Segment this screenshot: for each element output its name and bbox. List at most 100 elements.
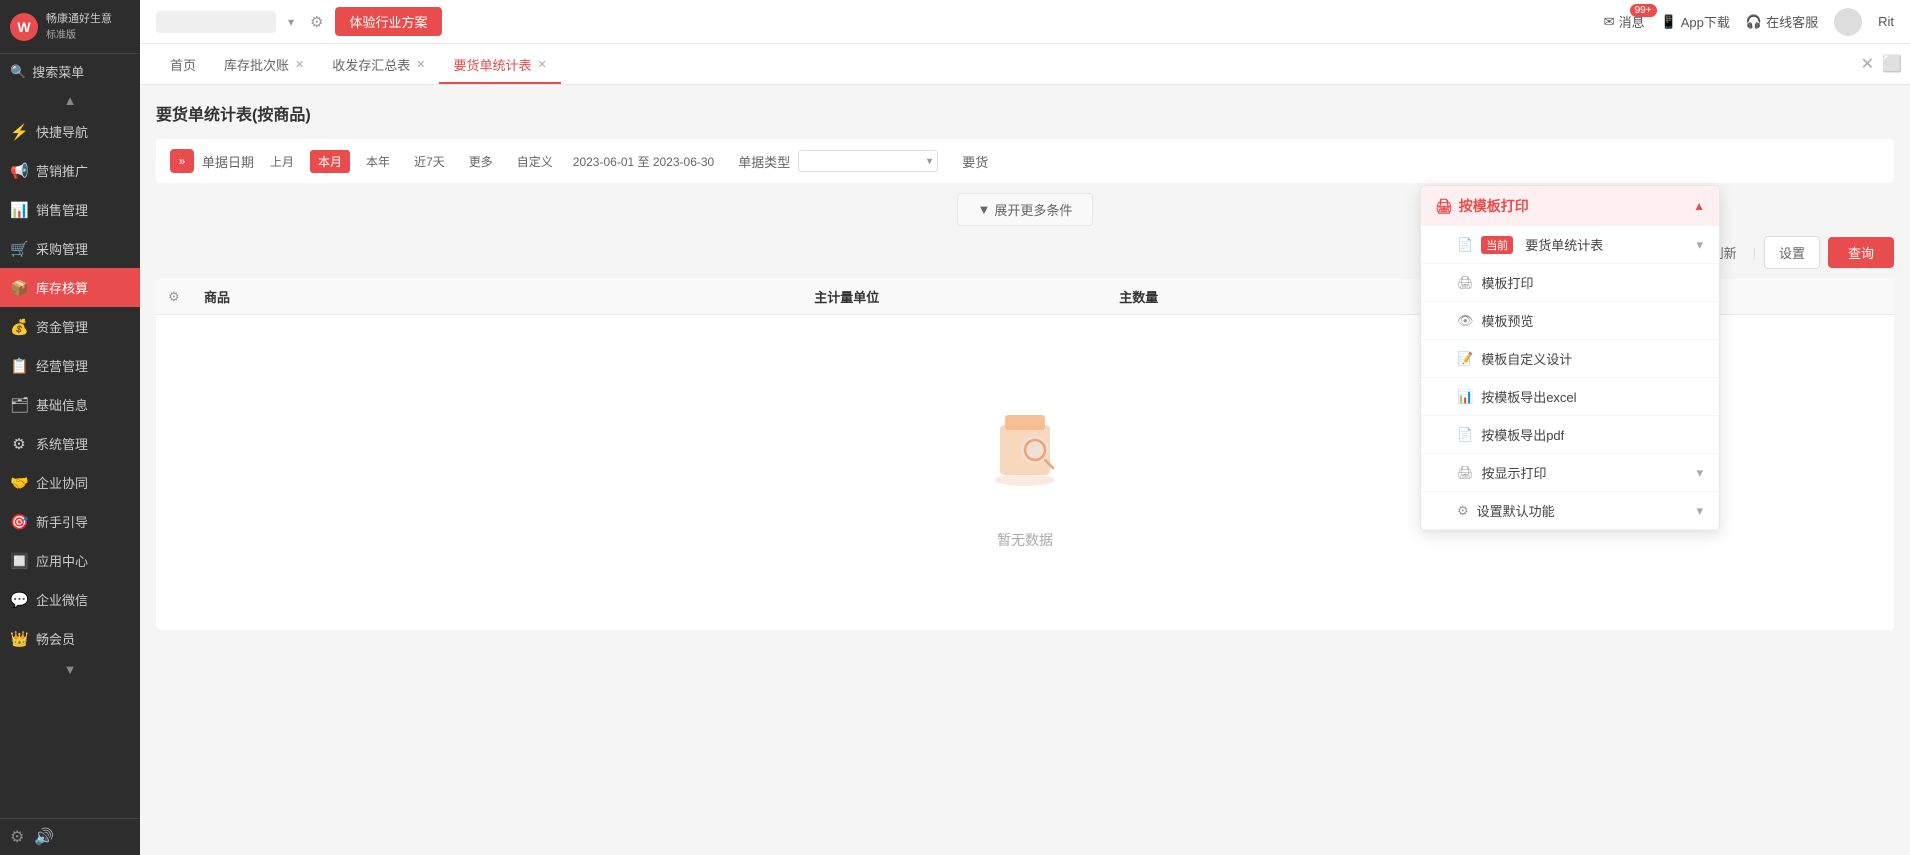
sidebar-item-basic[interactable]: 🗂 基础信息 <box>0 385 140 424</box>
query-btn[interactable]: 查询 <box>1828 237 1894 268</box>
tab-receipt-summary[interactable]: 收发存汇总表 ✕ <box>318 47 439 84</box>
window-maximize-icon[interactable]: ⬜ <box>1882 54 1902 74</box>
sidebar-item-purchase[interactable]: 🛒 采购管理 <box>0 229 140 268</box>
basic-icon: 🗂 <box>10 396 28 414</box>
print-dropdown-title: 🖨 按模板打印 <box>1435 196 1529 216</box>
sidebar-item-member[interactable]: 👑 畅会员 <box>0 619 140 658</box>
sidebar-item-operation[interactable]: 📋 经营管理 <box>0 346 140 385</box>
empty-text: 暂无数据 <box>997 530 1053 550</box>
display-print-icon: 🖨 <box>1457 465 1474 481</box>
content-area: 要货单统计表(按商品) » 单据日期 上月 本月 本年 近7天 更多 自定义 2… <box>140 85 1910 855</box>
topbar-gear-icon[interactable]: ⚙ <box>310 13 323 31</box>
tabs-wrapper: 首页 库存批次账 ✕ 收发存汇总表 ✕ 要货单统计表 ✕ ✕ ⬜ <box>140 44 1910 85</box>
sidebar-item-label: 采购管理 <box>36 239 88 258</box>
topbar-right: ✉ 消息 99+ 📱 App下载 🎧 在线客服 Rit <box>1604 8 1894 36</box>
topbar-messages[interactable]: ✉ 消息 99+ <box>1604 12 1645 31</box>
template-custom-icon: 📝 <box>1457 351 1473 367</box>
dropdown-item-template-custom[interactable]: 📝 模板自定义设计 <box>1421 340 1719 378</box>
topbar-online-service[interactable]: 🎧 在线客服 <box>1746 12 1818 31</box>
date-btn-7days[interactable]: 近7天 <box>406 150 453 173</box>
sales-icon: 📊 <box>10 201 28 219</box>
sidebar-item-label: 企业微信 <box>36 590 88 609</box>
user-avatar[interactable] <box>1834 8 1862 36</box>
dropdown-item-template-print[interactable]: 🖨 模板打印 <box>1421 264 1719 302</box>
dropdown-item-template-pdf[interactable]: 📄 按模板导出pdf <box>1421 416 1719 454</box>
tab-inventory-batch-close[interactable]: ✕ <box>295 58 304 71</box>
sidebar-item-finance[interactable]: 💰 资金管理 <box>0 307 140 346</box>
print-dropdown-header[interactable]: 🖨 按模板打印 ▲ <box>1421 186 1719 226</box>
trial-button[interactable]: 体验行业方案 <box>335 7 441 36</box>
quick-nav-icon: ⚡ <box>10 123 28 141</box>
sidebar-item-apps[interactable]: 🔲 应用中心 <box>0 541 140 580</box>
expand-more-icon: ▼ <box>978 202 991 217</box>
sidebar-item-label: 经营管理 <box>36 356 88 375</box>
purchase-icon: 🛒 <box>10 240 28 258</box>
tab-inventory-batch[interactable]: 库存批次账 ✕ <box>210 47 318 84</box>
sidebar-item-inventory[interactable]: 📦 库存核算 <box>0 268 140 307</box>
date-btn-more[interactable]: 更多 <box>461 150 501 173</box>
window-close-icon[interactable]: ✕ <box>1861 54 1874 74</box>
sidebar-item-label: 资金管理 <box>36 317 88 336</box>
date-btn-this-year[interactable]: 本年 <box>358 150 398 173</box>
sidebar-item-quick-nav[interactable]: ⚡ 快捷导航 <box>0 112 140 151</box>
date-btn-this-month[interactable]: 本月 <box>310 150 350 173</box>
sidebar-sound-icon[interactable]: 🔊 <box>34 827 54 847</box>
topbar-app-download[interactable]: 📱 App下载 <box>1661 12 1730 31</box>
dropdown-item-template-excel[interactable]: 📊 按模板导出excel <box>1421 378 1719 416</box>
app-brand: 畅康通好生意 <box>46 12 112 26</box>
sidebar-item-label: 应用中心 <box>36 551 88 570</box>
sidebar-item-label: 营销推广 <box>36 161 88 180</box>
system-icon: ⚙ <box>10 435 28 453</box>
template-preview-icon: 👁 <box>1457 313 1474 329</box>
sidebar-item-label: 销售管理 <box>36 200 88 219</box>
current-badge: 当前 <box>1481 236 1513 254</box>
tab-window-controls: ✕ ⬜ <box>1861 54 1902 74</box>
sidebar-item-sales[interactable]: 📊 销售管理 <box>0 190 140 229</box>
sidebar-scroll-down[interactable]: ▼ <box>0 658 140 681</box>
col-qty: 主数量 <box>1119 287 1424 306</box>
cooperation-icon: 🤝 <box>10 474 28 492</box>
sidebar-scroll-up[interactable]: ▲ <box>0 89 140 112</box>
settings-btn[interactable]: 设置 <box>1764 236 1820 269</box>
sidebar-item-guide[interactable]: 🎯 新手引导 <box>0 502 140 541</box>
sidebar-item-label: 库存核算 <box>36 278 88 297</box>
sidebar-item-wechat[interactable]: 💬 企业微信 <box>0 580 140 619</box>
dropdown-item-current-template[interactable]: 📄 当前 要货单统计表 ▾ <box>1421 226 1719 264</box>
print-dropdown-title-text: 按模板打印 <box>1459 196 1529 216</box>
tabs-bar: 首页 库存批次账 ✕ 收发存汇总表 ✕ 要货单统计表 ✕ <box>140 44 1910 84</box>
tab-receipt-summary-close[interactable]: ✕ <box>416 58 425 71</box>
sidebar-search[interactable]: 🔍 搜索菜单 <box>0 54 140 89</box>
tab-home[interactable]: 首页 <box>156 47 210 84</box>
date-btn-prev-month[interactable]: 上月 <box>262 150 302 173</box>
table-config-icon[interactable]: ⚙ <box>168 289 204 305</box>
type-select[interactable] <box>798 150 938 172</box>
member-icon: 👑 <box>10 630 28 648</box>
filter-bar: » 单据日期 上月 本月 本年 近7天 更多 自定义 2023-06-01 至 … <box>156 139 1894 183</box>
tab-receipt-summary-label: 收发存汇总表 <box>332 55 410 74</box>
sidebar: W 畅康通好生意 标准版 🔍 搜索菜单 ▲ ⚡ 快捷导航 📢 营销推广 📊 销售… <box>0 0 140 855</box>
date-label: 单据日期 <box>202 152 254 171</box>
sidebar-item-cooperation[interactable]: 🤝 企业协同 <box>0 463 140 502</box>
date-btn-custom[interactable]: 自定义 <box>509 150 561 173</box>
tab-order-summary-close[interactable]: ✕ <box>538 58 547 71</box>
guide-icon: 🎯 <box>10 513 28 531</box>
topbar: ▾ ⚙ 体验行业方案 ✉ 消息 99+ 📱 App下载 🎧 在线客服 Rit <box>140 0 1910 44</box>
default-setting-chevron-icon: ▾ <box>1696 503 1703 519</box>
sidebar-bottom: ⚙ 🔊 <box>0 818 140 855</box>
dropdown-item-default-setting[interactable]: ⚙ 设置默认功能 ▾ <box>1421 492 1719 530</box>
tab-order-summary[interactable]: 要货单统计表 ✕ <box>439 47 560 84</box>
dropdown-item-display-print[interactable]: 🖨 按显示打印 ▾ <box>1421 454 1719 492</box>
date-range-display: 2023-06-01 至 2023-06-30 <box>573 153 714 170</box>
filter-expand-btn[interactable]: » <box>170 149 194 173</box>
sidebar-item-marketing[interactable]: 📢 营销推广 <box>0 151 140 190</box>
message-icon: ✉ <box>1604 14 1615 30</box>
sidebar-item-system[interactable]: ⚙ 系统管理 <box>0 424 140 463</box>
sidebar-item-label: 新手引导 <box>36 512 88 531</box>
sidebar-settings-icon[interactable]: ⚙ <box>10 827 24 847</box>
expand-more-btn[interactable]: ▼ 展开更多条件 <box>957 193 1094 226</box>
empty-illustration <box>975 395 1075 514</box>
topbar-search-input[interactable] <box>156 11 276 33</box>
template-preview-label: 模板预览 <box>1482 311 1534 330</box>
topbar-chevron-icon[interactable]: ▾ <box>288 15 294 29</box>
dropdown-item-template-preview[interactable]: 👁 模板预览 <box>1421 302 1719 340</box>
